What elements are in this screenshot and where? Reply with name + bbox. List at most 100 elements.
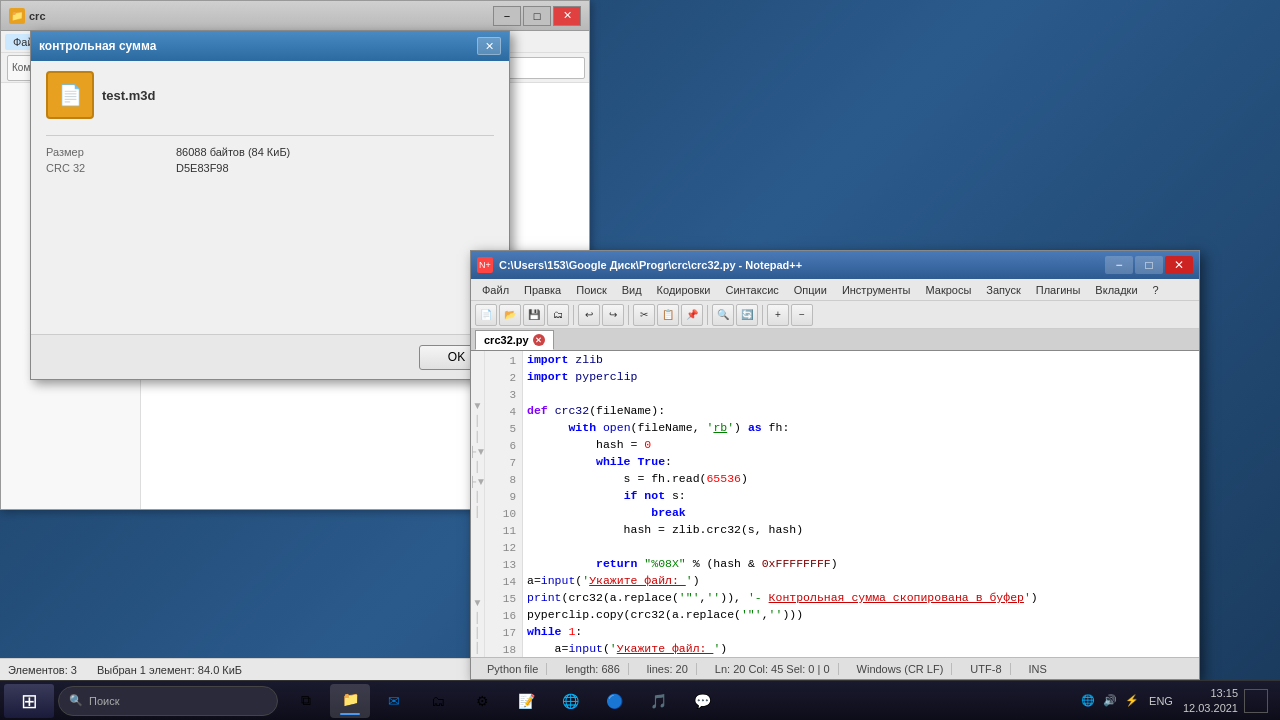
info-row-size: Размер 86088 байтов (84 КиБ)	[46, 144, 494, 160]
tab-close-button[interactable]: ✕	[533, 334, 545, 346]
taskbar-app-7[interactable]: 🔵	[594, 684, 634, 718]
npp-replace-button[interactable]: 🔄	[736, 304, 758, 326]
ln-9: 9	[485, 489, 522, 506]
dialog-close-button[interactable]: ✕	[477, 37, 501, 55]
code-line-16: pyperclip.copy(crc32(a.replace('"','')))	[523, 606, 1199, 623]
explorer-icon: 🗂	[426, 689, 450, 713]
code-line-15: print(crc32(a.replace('"','')), '- Контр…	[523, 589, 1199, 606]
npp-tab-active[interactable]: crc32.py ✕	[475, 330, 554, 350]
taskbar-app-docs[interactable]: 📝	[506, 684, 546, 718]
npp-cut-button[interactable]: ✂	[633, 304, 655, 326]
code-line-13: return "%08X" % (hash & 0xFFFFFFFF)	[523, 555, 1199, 572]
npp-menu-options[interactable]: Опции	[787, 282, 834, 298]
toolbar-sep1	[573, 305, 574, 325]
npp-paste-button[interactable]: 📌	[681, 304, 703, 326]
npp-zoom-in-button[interactable]: +	[767, 304, 789, 326]
taskbar-app-settings[interactable]: ⚙	[462, 684, 502, 718]
taskbar-clock[interactable]: 13:15 12.03.2021	[1183, 686, 1238, 715]
gutter-16	[471, 579, 484, 594]
gutter-7: ├▼	[471, 444, 484, 459]
ln-12: 12	[485, 540, 522, 557]
npp-menu-tools[interactable]: Инструменты	[835, 282, 918, 298]
show-desktop-button[interactable]	[1244, 689, 1268, 713]
npp-save-all-button[interactable]: 🗂	[547, 304, 569, 326]
npp-editor-area[interactable]: ▼ │ │ ├▼ │ ├▼ │ │ ▼ │ │ │ 1 2	[471, 351, 1199, 657]
taskbar-app-task-view[interactable]: ⧉	[286, 684, 326, 718]
npp-find-button[interactable]: 🔍	[712, 304, 734, 326]
gutter-4: ▼	[471, 398, 484, 413]
taskbar-app-chrome[interactable]: 🌐	[550, 684, 590, 718]
npp-menu-run[interactable]: Запуск	[979, 282, 1027, 298]
code-line-11: hash = zlib.crc32(s, hash)	[523, 521, 1199, 538]
taskbar-app-outlook[interactable]: ✉	[374, 684, 414, 718]
code-line-1: import zlib	[523, 351, 1199, 368]
npp-toolbar: 📄 📂 💾 🗂 ↩ ↪ ✂ 📋 📌 🔍 🔄 + −	[471, 301, 1199, 329]
npp-open-button[interactable]: 📂	[499, 304, 521, 326]
ln-13: 13	[485, 557, 522, 574]
explorer-close-button[interactable]: ✕	[553, 6, 581, 26]
npp-minimize-button[interactable]: −	[1105, 256, 1133, 274]
explorer-minimize-button[interactable]: −	[493, 6, 521, 26]
taskbar-app-file-manager[interactable]: 📁	[330, 684, 370, 718]
taskbar-app-9[interactable]: 💬	[682, 684, 722, 718]
crc-value: D5E83F98	[176, 162, 494, 174]
settings-icon: ⚙	[470, 689, 494, 713]
clock-date: 12.03.2021	[1183, 701, 1238, 715]
taskbar-app-explorer[interactable]: 🗂	[418, 684, 458, 718]
size-value: 86088 байтов (84 КиБ)	[176, 146, 494, 158]
start-button[interactable]: ⊞	[4, 684, 54, 718]
npp-menu-macros[interactable]: Макросы	[918, 282, 978, 298]
npp-menu-help[interactable]: ?	[1146, 282, 1166, 298]
npp-save-button[interactable]: 💾	[523, 304, 545, 326]
gutter-2	[471, 368, 484, 383]
taskbar-search[interactable]: 🔍 Поиск	[58, 686, 278, 716]
npp-menu-encoding[interactable]: Кодировки	[650, 282, 718, 298]
npp-statusbar: Python file length: 686 lines: 20 Ln: 20…	[471, 657, 1199, 679]
clock-time: 13:15	[1183, 686, 1238, 700]
npp-menu-plugins[interactable]: Плагины	[1029, 282, 1088, 298]
ln-15: 15	[485, 591, 522, 608]
ln-5: 5	[485, 421, 522, 438]
info-row-crc: CRC 32 D5E83F98	[46, 160, 494, 176]
taskbar-app-8[interactable]: 🎵	[638, 684, 678, 718]
ln-col-status: Ln: 20 Col: 45 Sel: 0 | 0	[707, 663, 839, 675]
explorer-maximize-button[interactable]: □	[523, 6, 551, 26]
app7-icon: 🔵	[602, 689, 626, 713]
npp-redo-button[interactable]: ↪	[602, 304, 624, 326]
code-line-9: if not s:	[523, 487, 1199, 504]
language-indicator[interactable]: ENG	[1145, 695, 1177, 707]
gutter-6: │	[471, 428, 484, 443]
npp-menu-search[interactable]: Поиск	[569, 282, 613, 298]
npp-undo-button[interactable]: ↩	[578, 304, 600, 326]
code-area[interactable]: import zlib import pyperclip def crc32(f…	[523, 351, 1199, 657]
ln-2: 2	[485, 370, 522, 387]
dialog-title: контрольная сумма	[39, 39, 473, 53]
ln-7: 7	[485, 455, 522, 472]
volume-icon[interactable]: 🔊	[1103, 694, 1117, 707]
system-tray-icons: 🌐 🔊 ⚡	[1081, 694, 1139, 707]
dialog-win-controls: ✕	[477, 37, 501, 55]
npp-menu-tabs[interactable]: Вкладки	[1088, 282, 1144, 298]
npp-icon: N+	[477, 257, 493, 273]
npp-menu-file[interactable]: Файл	[475, 282, 516, 298]
code-line-14: a=input('Укажите файл: ')	[523, 572, 1199, 589]
npp-menu-syntax[interactable]: Синтаксис	[719, 282, 786, 298]
npp-new-button[interactable]: 📄	[475, 304, 497, 326]
npp-menu-view[interactable]: Вид	[615, 282, 649, 298]
npp-menu-edit[interactable]: Правка	[517, 282, 568, 298]
network-icon[interactable]: 🌐	[1081, 694, 1095, 707]
npp-maximize-button[interactable]: □	[1135, 256, 1163, 274]
gutter-20: │	[471, 640, 484, 655]
npp-zoom-out-button[interactable]: −	[791, 304, 813, 326]
ln-18: 18	[485, 642, 522, 657]
npp-close-button[interactable]: ✕	[1165, 256, 1193, 274]
gutter-11: │	[471, 504, 484, 519]
code-line-2: import pyperclip	[523, 368, 1199, 385]
line-endings-status: Windows (CR LF)	[849, 663, 953, 675]
npp-window-controls: − □ ✕	[1105, 256, 1193, 274]
ln-8: 8	[485, 472, 522, 489]
file-type-status: Python file	[479, 663, 547, 675]
npp-copy-button[interactable]: 📋	[657, 304, 679, 326]
ln-10: 10	[485, 506, 522, 523]
gutter-14	[471, 549, 484, 564]
